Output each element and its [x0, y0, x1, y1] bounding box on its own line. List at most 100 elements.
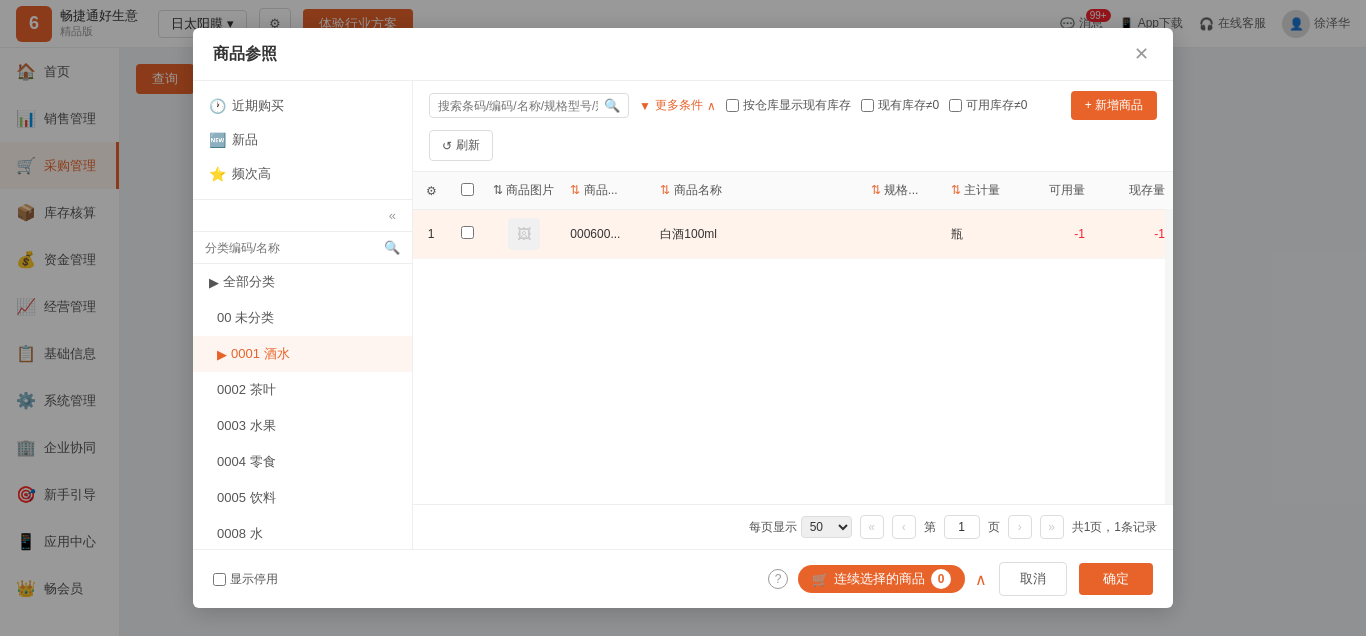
- row-checkbox[interactable]: [461, 226, 474, 239]
- page-size-select-input[interactable]: 10 20 50 100: [801, 516, 852, 538]
- category-search-input[interactable]: [205, 241, 378, 255]
- avail-ne0-label: 可用库存≠0: [966, 97, 1027, 114]
- category-fruit-label: 0003 水果: [217, 417, 276, 435]
- modal-body: 🕐 近期购买 🆕 新品 ⭐ 频次高: [193, 81, 1173, 549]
- quick-nav-frequent[interactable]: ⭐ 频次高: [193, 157, 412, 191]
- page-number-input[interactable]: [944, 515, 980, 539]
- warehouse-display-checkbox[interactable]: [726, 99, 739, 112]
- show-disabled-checkbox-label[interactable]: 显示停用: [213, 571, 278, 588]
- warehouse-display-label: 按仓库显示现有库存: [743, 97, 851, 114]
- modal-close-button[interactable]: ✕: [1129, 42, 1153, 66]
- th-available: 可用量: [1013, 172, 1093, 210]
- row-product-code: 000600...: [562, 210, 652, 259]
- select-all-checkbox[interactable]: [461, 183, 474, 196]
- table-settings-icon[interactable]: ⚙: [426, 184, 437, 198]
- collapse-left-panel-btn[interactable]: «: [193, 200, 412, 232]
- expand-liquor-icon: ▶: [217, 347, 227, 362]
- th-stock: 现存量: [1093, 172, 1173, 210]
- th-code-sort-icon: ⇅: [570, 183, 580, 197]
- confirm-btn[interactable]: 确定: [1079, 563, 1153, 595]
- avail-ne0-checkbox[interactable]: [949, 99, 962, 112]
- th-unit-sort-icon: ⇅: [951, 183, 961, 197]
- category-item-fruit[interactable]: 0003 水果: [193, 408, 412, 444]
- row-checkbox-cell[interactable]: [449, 210, 485, 259]
- category-item-liquor[interactable]: ▶ 0001 酒水: [193, 336, 412, 372]
- th-spec[interactable]: ⇅ 规格...: [863, 172, 943, 210]
- cart-shopping-icon: 🛒: [812, 572, 828, 587]
- category-item-tea[interactable]: 0002 茶叶: [193, 372, 412, 408]
- category-item-all[interactable]: ▶ 全部分类: [193, 264, 412, 300]
- table-row[interactable]: 1 🖼: [413, 210, 1173, 259]
- total-info: 共1页，1条记录: [1072, 519, 1157, 536]
- refresh-label: 刷新: [456, 137, 480, 154]
- row-available: -1: [1013, 210, 1093, 259]
- category-beverage-label: 0005 饮料: [217, 489, 276, 507]
- search-icon[interactable]: 🔍: [604, 98, 620, 113]
- add-product-btn[interactable]: + 新增商品: [1071, 91, 1157, 120]
- help-icon[interactable]: ?: [768, 569, 788, 589]
- filter-icon: ▼: [639, 99, 651, 113]
- modal-header: 商品参照 ✕: [193, 28, 1173, 81]
- th-available-label: 可用量: [1049, 183, 1085, 197]
- content-area: 查询 设置 刷新 商品参照 ✕ 🕐: [120, 48, 1366, 636]
- first-page-btn[interactable]: «: [860, 515, 884, 539]
- category-list: ▶ 全部分类 00 未分类 ▶ 0001 酒水 0002 茶: [193, 264, 412, 549]
- modal-footer: 显示停用 ? 🛒 连续选择的商品 0 ∧ 取消 确定: [193, 549, 1173, 608]
- checkbox-stock-ne0[interactable]: 现有库存≠0: [861, 97, 939, 114]
- cancel-btn[interactable]: 取消: [999, 562, 1067, 596]
- quick-nav-recent-label: 近期购买: [232, 97, 284, 115]
- th-spec-label: 规格...: [884, 183, 918, 197]
- th-product-name[interactable]: ⇅ 商品名称: [652, 172, 863, 210]
- th-settings[interactable]: ⚙: [413, 172, 449, 210]
- th-stock-label: 现存量: [1129, 183, 1165, 197]
- th-spec-sort-icon: ⇅: [871, 183, 881, 197]
- table-scrollbar-track[interactable]: [1165, 172, 1173, 504]
- product-toolbar: 🔍 ▼ 更多条件 ∧ 按仓库显示现有库存: [413, 81, 1173, 172]
- th-unit[interactable]: ⇅ 主计量: [943, 172, 1013, 210]
- collapse-cart-btn[interactable]: ∧: [975, 570, 987, 589]
- row-spec: [863, 210, 943, 259]
- category-item-water[interactable]: 0008 水: [193, 516, 412, 549]
- page-size-selector: 每页显示 10 20 50 100: [749, 516, 852, 538]
- th-code-label: 商品...: [584, 183, 618, 197]
- cart-button[interactable]: 🛒 连续选择的商品 0: [798, 565, 965, 593]
- checkbox-avail-ne0[interactable]: 可用库存≠0: [949, 97, 1027, 114]
- pagination: 每页显示 10 20 50 100 « ‹ 第: [413, 504, 1173, 549]
- product-search-box: 🔍: [429, 93, 629, 118]
- category-item-snack[interactable]: 0004 零食: [193, 444, 412, 480]
- cart-label: 连续选择的商品: [834, 570, 925, 588]
- table-header-row: ⚙ ⇅ 商品图片: [413, 172, 1173, 210]
- page-suffix: 页: [988, 519, 1000, 536]
- category-all-label: 全部分类: [223, 273, 275, 291]
- show-disabled-label: 显示停用: [230, 571, 278, 588]
- main-layout: 🏠 首页 📊 销售管理 🛒 采购管理 📦 库存核算 💰 资金管理 📈 经营管理 …: [0, 48, 1366, 636]
- page-label: 第: [924, 519, 936, 536]
- th-checkbox[interactable]: [449, 172, 485, 210]
- prev-page-btn[interactable]: ‹: [892, 515, 916, 539]
- checkbox-warehouse-display[interactable]: 按仓库显示现有库存: [726, 97, 851, 114]
- category-item-uncategorized[interactable]: 00 未分类: [193, 300, 412, 336]
- show-disabled-checkbox[interactable]: [213, 573, 226, 586]
- last-page-btn[interactable]: »: [1040, 515, 1064, 539]
- quick-nav-frequent-label: 频次高: [232, 165, 271, 183]
- category-tea-label: 0002 茶叶: [217, 381, 276, 399]
- quick-nav-new-label: 新品: [232, 131, 258, 149]
- cart-area: ? 🛒 连续选择的商品 0 ∧: [768, 565, 987, 593]
- product-search-input[interactable]: [438, 99, 598, 113]
- page-size-label: 每页显示: [749, 519, 797, 536]
- row-product-name: 白酒100ml: [652, 210, 863, 259]
- modal-overlay: 商品参照 ✕ 🕐 近期购买 🆕: [0, 0, 1366, 636]
- recent-icon: 🕐: [209, 98, 226, 114]
- category-search-icon[interactable]: 🔍: [384, 240, 400, 255]
- refresh-btn[interactable]: ↺ 刷新: [429, 130, 493, 161]
- product-img-placeholder: 🖼: [508, 218, 540, 250]
- stock-ne0-checkbox[interactable]: [861, 99, 874, 112]
- quick-nav-recent[interactable]: 🕐 近期购买: [193, 89, 412, 123]
- stock-ne0-label: 现有库存≠0: [878, 97, 939, 114]
- th-product-code[interactable]: ⇅ 商品...: [562, 172, 652, 210]
- row-unit: 瓶: [943, 210, 1013, 259]
- next-page-btn[interactable]: ›: [1008, 515, 1032, 539]
- quick-nav-new[interactable]: 🆕 新品: [193, 123, 412, 157]
- category-item-beverage[interactable]: 0005 饮料: [193, 480, 412, 516]
- more-filter-btn[interactable]: ▼ 更多条件 ∧: [639, 97, 716, 114]
